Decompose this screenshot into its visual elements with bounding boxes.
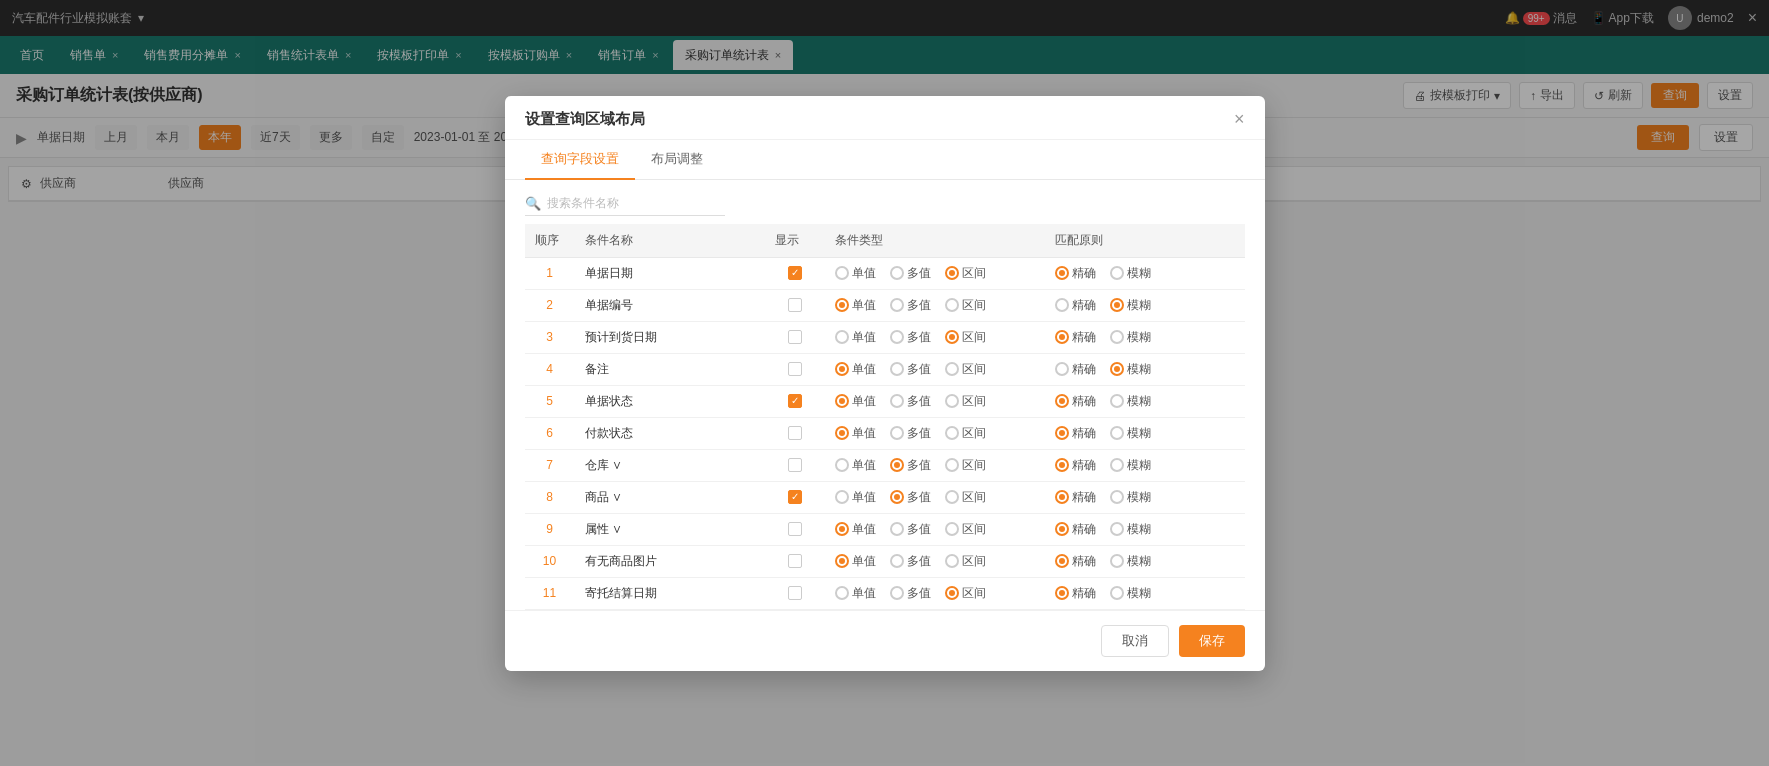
dialog-title: 设置查询区域布局 — [525, 110, 645, 129]
search-box: 🔍 — [525, 192, 725, 211]
settings-dialog: 设置查询区域布局 × 查询字段设置 布局调整 🔍 顺序 — [505, 96, 1265, 211]
dialog-close-button[interactable]: × — [1234, 110, 1245, 128]
search-input[interactable] — [547, 196, 707, 210]
tab-query-fields[interactable]: 查询字段设置 — [525, 140, 635, 180]
tab-layout-adjust-label: 布局调整 — [651, 151, 703, 166]
tab-layout-adjust[interactable]: 布局调整 — [635, 140, 719, 180]
tab-query-fields-label: 查询字段设置 — [541, 151, 619, 166]
dialog-tabs: 查询字段设置 布局调整 — [505, 140, 1265, 180]
dialog-search-area: 🔍 — [505, 180, 1265, 211]
search-icon: 🔍 — [525, 196, 541, 211]
dialog-header: 设置查询区域布局 × — [505, 96, 1265, 140]
dialog-overlay: 设置查询区域布局 × 查询字段设置 布局调整 🔍 顺序 — [0, 0, 1769, 210]
